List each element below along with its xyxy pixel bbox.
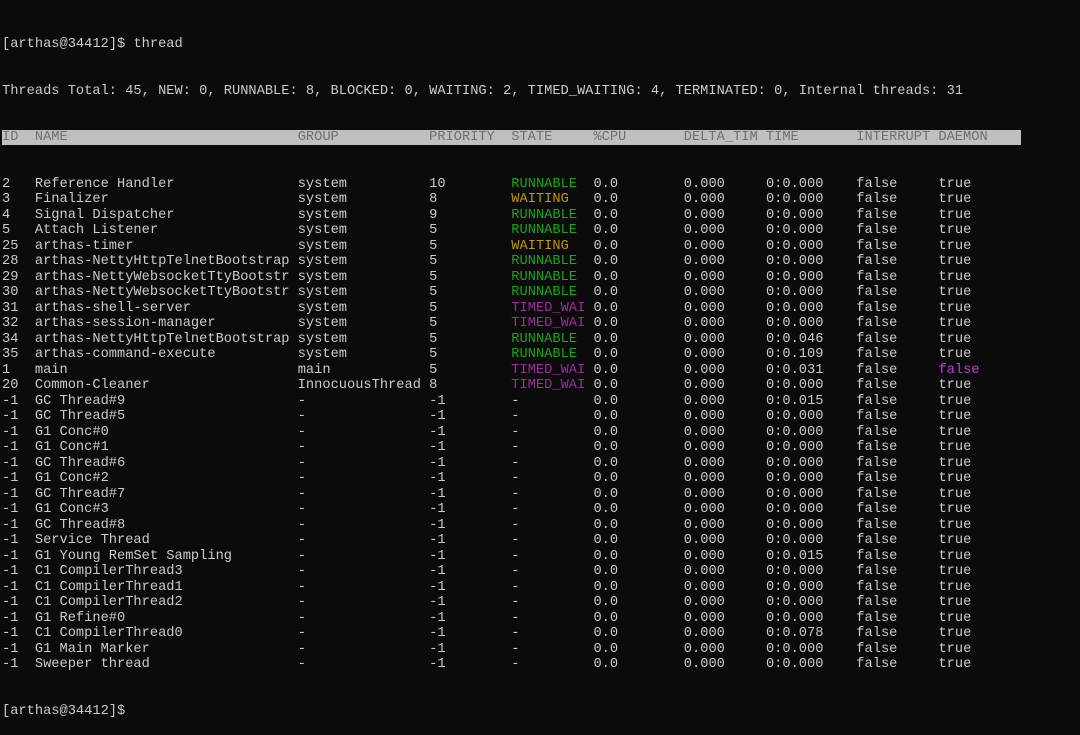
table-row: -1 C1 CompilerThread3 - -1 - 0.0 0.000 0… [2,564,972,579]
table-row: -1 G1 Conc#0 - -1 - 0.0 0.000 0:0.000 fa… [2,424,972,440]
thread-state: WAITING [511,238,569,254]
table-row: -1 C1 CompilerThread1 - -1 - 0.0 0.000 0… [2,579,972,595]
table-row: 5 Attach Listener system 5 RUNNABLE 0.0 … [2,223,972,238]
table-row: 32 arthas-session-manager system 5 TIMED… [2,316,972,331]
table-row: -1 GC Thread#7 - -1 - 0.0 0.000 0:0.000 … [2,486,972,502]
thread-state: RUNNABLE [511,207,578,223]
table-row: 3 Finalizer system 8 WAITING 0.0 0.000 0… [2,192,972,207]
thread-state: TIMED_WAI [511,378,586,393]
table-row: -1 G1 Conc#1 - -1 - 0.0 0.000 0:0.000 fa… [2,440,972,455]
thread-state: RUNNABLE [511,331,578,347]
terminal-window[interactable]: [arthas@34412]$ thread Threads Total: 45,… [0,0,1080,735]
table-row: -1 Sweeper thread - -1 - 0.0 0.000 0:0.0… [2,657,972,672]
table-row: 2 Reference Handler system 10 RUNNABLE 0… [2,176,972,192]
table-row: 31 arthas-shell-server system 5 TIMED_WA… [2,300,972,316]
table-header: ID NAME GROUP PRIORITY STATE %CPU DELTA_… [2,130,1080,146]
table-header-text: ID NAME GROUP PRIORITY STATE %CPU DELTA_… [2,130,1021,145]
thread-state: RUNNABLE [511,347,578,362]
table-row: -1 GC Thread#5 - -1 - 0.0 0.000 0:0.000 … [2,409,972,424]
prompt-line[interactable]: [arthas@34412]$ [2,704,1080,720]
thread-state: WAITING [511,192,569,207]
summary-line: Threads Total: 45, NEW: 0, RUNNABLE: 8, … [2,83,964,99]
table-row: -1 G1 Young RemSet Sampling - -1 - 0.0 0… [2,548,972,564]
table-row: -1 GC Thread#6 - -1 - 0.0 0.000 0:0.000 … [2,455,972,471]
thread-state: RUNNABLE [511,223,578,238]
table-row: 20 Common-Cleaner InnocuousThread 8 TIME… [2,378,972,393]
table-row: 29 arthas-NettyWebsocketTtyBootstr syste… [2,269,972,285]
table-row: 1 main main 5 TIMED_WAI 0.0 0.000 0:0.03… [2,362,980,378]
table-row: -1 G1 Refine#0 - -1 - 0.0 0.000 0:0.000 … [2,610,972,626]
thread-state: RUNNABLE [511,269,578,285]
prompt: [arthas@34412]$ [2,703,126,719]
table-row: 35 arthas-command-execute system 5 RUNNA… [2,347,972,362]
table-row: -1 GC Thread#8 - -1 - 0.0 0.000 0:0.000 … [2,517,972,533]
thread-state: TIMED_WAI [511,362,586,378]
table-row: 4 Signal Dispatcher system 9 RUNNABLE 0.… [2,207,972,223]
prompt: [arthas@34412]$ [2,37,126,52]
command-text: thread [133,37,183,52]
table-row: 28 arthas-NettyHttpTelnetBootstrap syste… [2,254,972,269]
table-row: 30 arthas-NettyWebsocketTtyBootstr syste… [2,285,972,300]
table-row: 34 arthas-NettyHttpTelnetBootstrap syste… [2,331,972,347]
daemon-flag: false [938,362,980,378]
thread-table: 2 Reference Handler system 10 RUNNABLE 0… [2,177,1080,673]
table-row: -1 G1 Main Marker - -1 - 0.0 0.000 0:0.0… [2,641,972,657]
table-row: -1 C1 CompilerThread0 - -1 - 0.0 0.000 0… [2,626,972,641]
thread-state: TIMED_WAI [511,300,586,316]
thread-state: RUNNABLE [511,254,578,269]
thread-state: RUNNABLE [511,176,578,192]
table-row: -1 G1 Conc#3 - -1 - 0.0 0.000 0:0.000 fa… [2,502,972,517]
thread-state: RUNNABLE [511,285,578,300]
table-row: -1 GC Thread#9 - -1 - 0.0 0.000 0:0.015 … [2,393,972,409]
thread-state: TIMED_WAI [511,316,586,331]
table-row: -1 C1 CompilerThread2 - -1 - 0.0 0.000 0… [2,595,972,610]
table-row: -1 Service Thread - -1 - 0.0 0.000 0:0.0… [2,533,972,548]
command-line: [arthas@34412]$ thread [2,37,1080,53]
table-row: 25 arthas-timer system 5 WAITING 0.0 0.0… [2,238,972,254]
table-row: -1 G1 Conc#2 - -1 - 0.0 0.000 0:0.000 fa… [2,471,972,486]
